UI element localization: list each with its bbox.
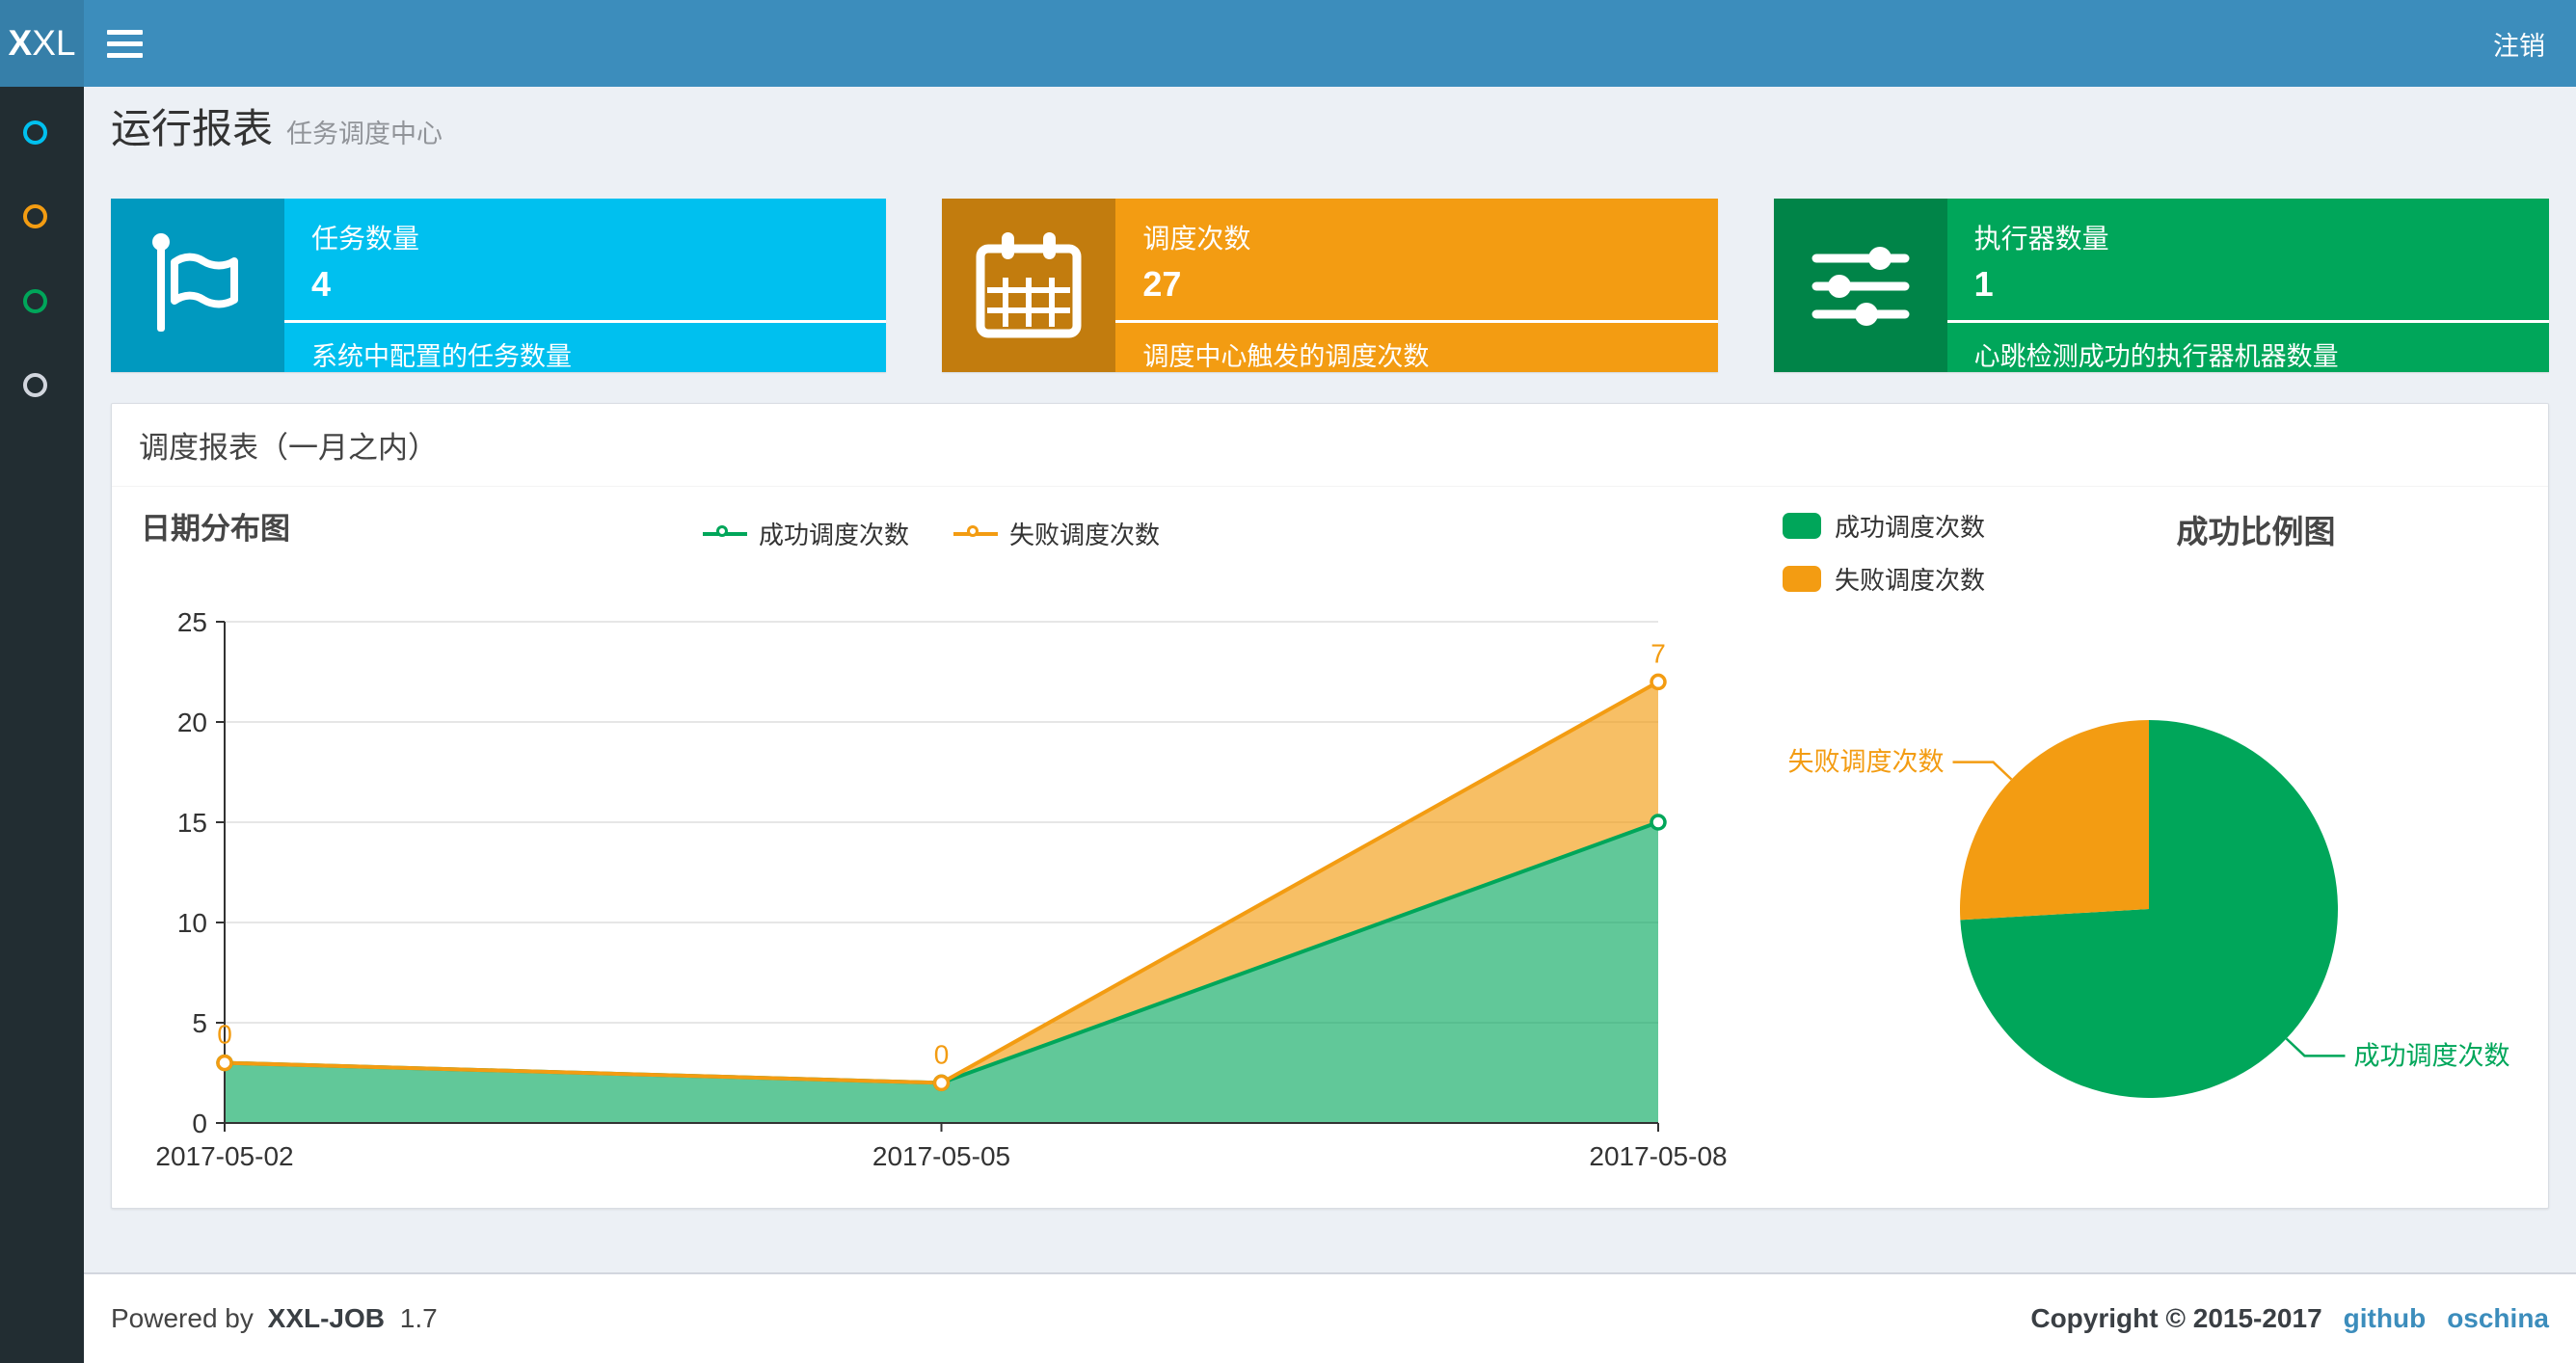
sidebar-item-menu-executor-manage[interactable] [23, 373, 47, 397]
sidebar [0, 87, 84, 1363]
stat-card-desc: 系统中配置的任务数量 [311, 342, 572, 371]
stat-card-jobs: 任务数量 4 系统中配置的任务数量 [111, 199, 887, 372]
report-panel: 调度报表（一月之内） 日期分布图 成功调度次数 失败调度次数 0 5 10 15 20 25… [111, 403, 2549, 1209]
svg-text:成功调度次数: 成功调度次数 [2353, 1041, 2509, 1070]
logout-link[interactable]: 注销 [2462, 0, 2576, 87]
stat-card-executors: 执行器数量 1 心跳检测成功的执行器机器数量 [1773, 199, 2549, 372]
sidebar-item-menu-dispatch-log[interactable] [23, 289, 47, 313]
top-navbar: X XL 注销 [0, 0, 2576, 87]
svg-text:2017-05-05: 2017-05-05 [872, 1141, 1010, 1171]
svg-text:10: 10 [177, 908, 207, 938]
brand-name: XXL-JOB [267, 1303, 386, 1333]
github-link[interactable]: github [2344, 1303, 2427, 1334]
hamburger-icon [106, 29, 143, 35]
stat-card-label: 任务数量 [311, 224, 420, 254]
version-text: 1.7 [399, 1303, 438, 1333]
logo-bold: X [8, 23, 33, 63]
logo-light: XL [32, 23, 76, 63]
stat-card-label: 执行器数量 [1973, 224, 2109, 254]
svg-text:7: 7 [1650, 638, 1666, 668]
svg-text:5: 5 [192, 1008, 207, 1038]
copyright-text: Copyright © 2015-2017 [2030, 1303, 2322, 1333]
sidebar-toggle-button[interactable] [84, 0, 165, 87]
svg-text:0: 0 [934, 1039, 950, 1069]
oschina-link[interactable]: oschina [2447, 1303, 2549, 1334]
pie-chart-canvas: 成功调度次数 失败调度次数 [1788, 720, 2509, 1098]
page-title: 运行报表 [111, 106, 274, 151]
divider [1946, 320, 2549, 323]
flag-icon [111, 199, 284, 372]
app-logo[interactable]: X XL [0, 0, 84, 87]
content-wrapper: 运行报表 任务调度中心 任务数量 4 系统中配置的任务数量 调度次数 27 调度… [84, 87, 2576, 1272]
svg-text:20: 20 [177, 708, 207, 737]
sliders-icon [1773, 199, 1947, 372]
svg-text:失败调度次数: 失败调度次数 [1788, 748, 1945, 777]
sidebar-item-menu-job-manage[interactable] [23, 204, 47, 228]
svg-text:2017-05-08: 2017-05-08 [1589, 1141, 1727, 1171]
stat-cards-row: 任务数量 4 系统中配置的任务数量 调度次数 27 调度中心触发的调度次数 执行… [111, 199, 2549, 372]
svg-text:15: 15 [177, 808, 207, 838]
stat-card-value: 27 [1142, 264, 1182, 304]
sidebar-item-menu-run-report[interactable] [23, 120, 47, 145]
stat-card-triggers: 调度次数 27 调度中心触发的调度次数 [942, 199, 1718, 372]
stat-card-label: 调度次数 [1142, 224, 1251, 254]
svg-text:0: 0 [192, 1109, 207, 1138]
page-header: 运行报表 任务调度中心 [111, 96, 443, 155]
stat-card-value: 1 [1973, 264, 1994, 304]
success-ratio-chart: 成功调度次数 失败调度次数 成功比例图 成功调度次数 失败调度次数 [1751, 487, 2548, 1207]
svg-text:2017-05-02: 2017-05-02 [155, 1141, 293, 1171]
calendar-icon [942, 199, 1116, 372]
stat-card-desc: 调度中心触发的调度次数 [1142, 342, 1430, 371]
line-chart-canvas: 05101520252017-05-02 2017-05-05 2017-05-08… [155, 607, 1727, 1171]
date-distribution-chart: 日期分布图 成功调度次数 失败调度次数 0 5 10 15 20 25 2017-05-02 2… [112, 487, 1751, 1207]
svg-text:0: 0 [217, 1020, 232, 1050]
divider [1115, 320, 1718, 323]
svg-text:25: 25 [177, 607, 207, 637]
powered-by-text: Powered by [111, 1303, 254, 1333]
divider [284, 320, 887, 323]
stat-card-desc: 心跳检测成功的执行器机器数量 [1973, 342, 2339, 371]
footer: Powered by XXL-JOB 1.7 Copyright © 2015-… [84, 1272, 2576, 1363]
report-panel-title: 调度报表（一月之内） [112, 404, 2548, 487]
page-subtitle: 任务调度中心 [286, 120, 443, 148]
stat-card-value: 4 [311, 264, 332, 304]
